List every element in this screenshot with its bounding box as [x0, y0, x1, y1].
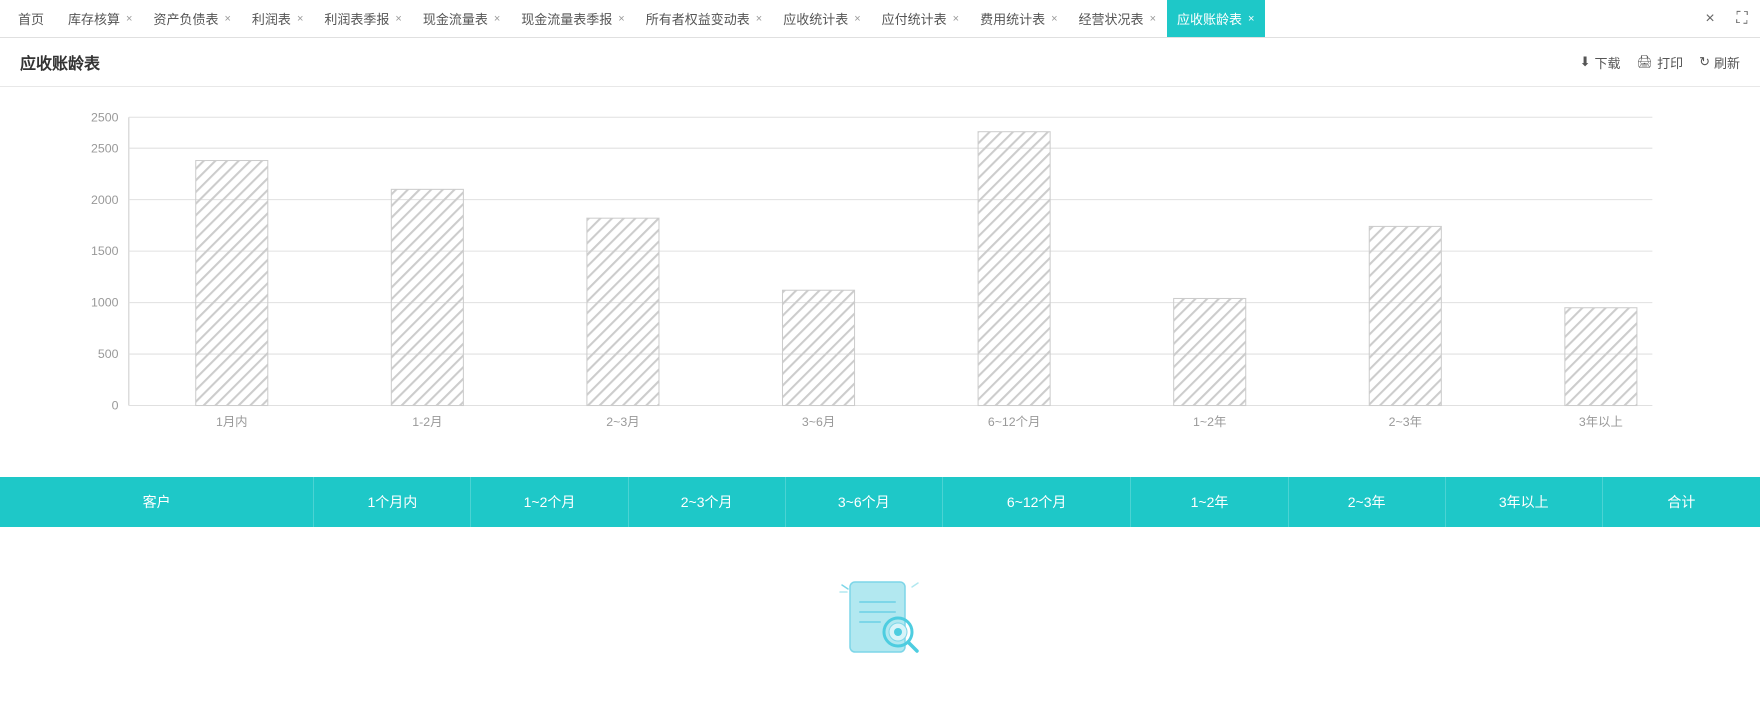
svg-text:2~3月: 2~3月	[606, 415, 639, 429]
svg-text:6~12个月: 6~12个月	[988, 415, 1040, 429]
aging-chart: 0 500 1000 1500 2000 2500 2500	[40, 107, 1700, 457]
main-content: 0 500 1000 1500 2000 2500 2500	[0, 87, 1760, 727]
th-2-3month: 2~3个月	[629, 477, 786, 527]
tab-ar-aging-close[interactable]: ×	[1248, 13, 1254, 25]
svg-text:0: 0	[112, 399, 119, 413]
svg-text:1-2月: 1-2月	[412, 415, 442, 429]
empty-illustration	[830, 567, 930, 667]
tab-ar-aging[interactable]: 应收账龄表 ×	[1167, 0, 1265, 38]
th-2-3year: 2~3年	[1289, 477, 1446, 527]
th-1-2month: 1~2个月	[471, 477, 628, 527]
tab-balance-sheet-label: 资产负债表	[153, 9, 218, 28]
tab-ap-stats[interactable]: 应付统计表 ×	[872, 0, 970, 38]
tab-ar-stats-label: 应收统计表	[783, 9, 848, 28]
bar-2-3year	[1369, 226, 1441, 405]
print-label: 打印	[1657, 53, 1683, 72]
svg-text:3~6月: 3~6月	[802, 415, 835, 429]
tab-ar-stats-close[interactable]: ×	[854, 13, 860, 25]
tab-ar-stats[interactable]: 应收统计表 ×	[773, 0, 871, 38]
page-title: 应收账龄表	[20, 50, 100, 74]
tab-cashflow[interactable]: 现金流量表 ×	[413, 0, 511, 38]
svg-text:3年以上: 3年以上	[1579, 415, 1623, 429]
tab-cashflow-quarterly-close[interactable]: ×	[618, 13, 624, 25]
svg-text:1~2年: 1~2年	[1193, 415, 1226, 429]
tab-bar-actions: × ⛶	[1696, 5, 1756, 33]
tab-operations-label: 经营状况表	[1079, 9, 1144, 28]
tab-bar: 首页 库存核算 × 资产负债表 × 利润表 × 利润表季报 × 现金流量表 × …	[0, 0, 1760, 38]
refresh-button[interactable]: ↻ 刷新	[1699, 53, 1740, 72]
svg-text:2~3年: 2~3年	[1389, 415, 1422, 429]
tab-profit[interactable]: 利润表 ×	[242, 0, 314, 38]
svg-text:1000: 1000	[91, 296, 119, 310]
tab-profit-quarterly[interactable]: 利润表季报 ×	[314, 0, 412, 38]
table-header: 客户 1个月内 1~2个月 2~3个月 3~6个月 6~12个月 1~2年 2~…	[0, 477, 1760, 527]
header-actions: ⬇ 下载 🖨 打印 ↻ 刷新	[1580, 53, 1740, 72]
th-6-12month: 6~12个月	[943, 477, 1132, 527]
bar-1-2year	[1174, 298, 1246, 405]
page-header: 应收账龄表 ⬇ 下载 🖨 打印 ↻ 刷新	[0, 38, 1760, 87]
tab-equity[interactable]: 所有者权益变动表 ×	[636, 0, 773, 38]
tab-operations-close[interactable]: ×	[1150, 13, 1156, 25]
refresh-icon: ↻	[1699, 54, 1710, 70]
tab-profit-quarterly-close[interactable]: ×	[395, 13, 401, 25]
tab-ap-stats-close[interactable]: ×	[953, 13, 959, 25]
tab-home[interactable]: 首页	[4, 0, 58, 38]
svg-text:1500: 1500	[91, 244, 119, 258]
th-total: 合计	[1603, 477, 1760, 527]
svg-text:2000: 2000	[91, 193, 119, 207]
empty-state	[0, 527, 1760, 727]
bar-1-2month	[391, 189, 463, 405]
window-close-button[interactable]: ×	[1696, 5, 1724, 33]
download-icon: ⬇	[1580, 54, 1591, 70]
th-1-2year: 1~2年	[1131, 477, 1288, 527]
th-customer: 客户	[0, 477, 314, 527]
tab-ar-aging-label: 应收账龄表	[1177, 9, 1242, 28]
print-icon: 🖨	[1637, 54, 1654, 70]
tab-cashflow-quarterly-label: 现金流量表季报	[521, 9, 612, 28]
tab-expense-stats-close[interactable]: ×	[1051, 13, 1057, 25]
tab-equity-close[interactable]: ×	[756, 13, 762, 25]
tab-profit-label: 利润表	[252, 9, 291, 28]
tab-balance-sheet-close[interactable]: ×	[224, 13, 230, 25]
tab-operations[interactable]: 经营状况表 ×	[1069, 0, 1167, 38]
svg-text:2500: 2500	[91, 141, 119, 155]
svg-text:500: 500	[98, 347, 119, 361]
tab-expense-stats[interactable]: 费用统计表 ×	[970, 0, 1068, 38]
tab-profit-close[interactable]: ×	[297, 13, 303, 25]
tab-cashflow-close[interactable]: ×	[494, 13, 500, 25]
print-button[interactable]: 🖨 打印	[1637, 53, 1684, 72]
bar-1month	[196, 161, 268, 406]
svg-text:2500: 2500	[91, 110, 119, 124]
bar-6-12month	[978, 132, 1050, 406]
bar-3-6month	[783, 290, 855, 405]
tab-cashflow-label: 现金流量表	[423, 9, 488, 28]
tab-inventory[interactable]: 库存核算 ×	[58, 0, 143, 38]
chart-area: 0 500 1000 1500 2000 2500 2500	[0, 87, 1760, 477]
th-1month: 1个月内	[314, 477, 471, 527]
svg-text:1月内: 1月内	[216, 415, 248, 429]
th-3year-plus: 3年以上	[1446, 477, 1603, 527]
tab-expense-stats-label: 费用统计表	[980, 9, 1045, 28]
tab-inventory-label: 库存核算	[68, 9, 120, 28]
download-label: 下载	[1595, 53, 1621, 72]
tab-profit-quarterly-label: 利润表季报	[324, 9, 389, 28]
refresh-label: 刷新	[1714, 53, 1740, 72]
bar-3year-plus	[1565, 308, 1637, 406]
tab-balance-sheet[interactable]: 资产负债表 ×	[143, 0, 241, 38]
bar-2-3month	[587, 218, 659, 405]
th-3-6month: 3~6个月	[786, 477, 943, 527]
tab-cashflow-quarterly[interactable]: 现金流量表季报 ×	[511, 0, 635, 38]
tab-inventory-close[interactable]: ×	[126, 13, 132, 25]
tab-ap-stats-label: 应付统计表	[882, 9, 947, 28]
download-button[interactable]: ⬇ 下载	[1580, 53, 1621, 72]
window-maximize-button[interactable]: ⛶	[1728, 5, 1756, 33]
tab-equity-label: 所有者权益变动表	[646, 9, 750, 28]
